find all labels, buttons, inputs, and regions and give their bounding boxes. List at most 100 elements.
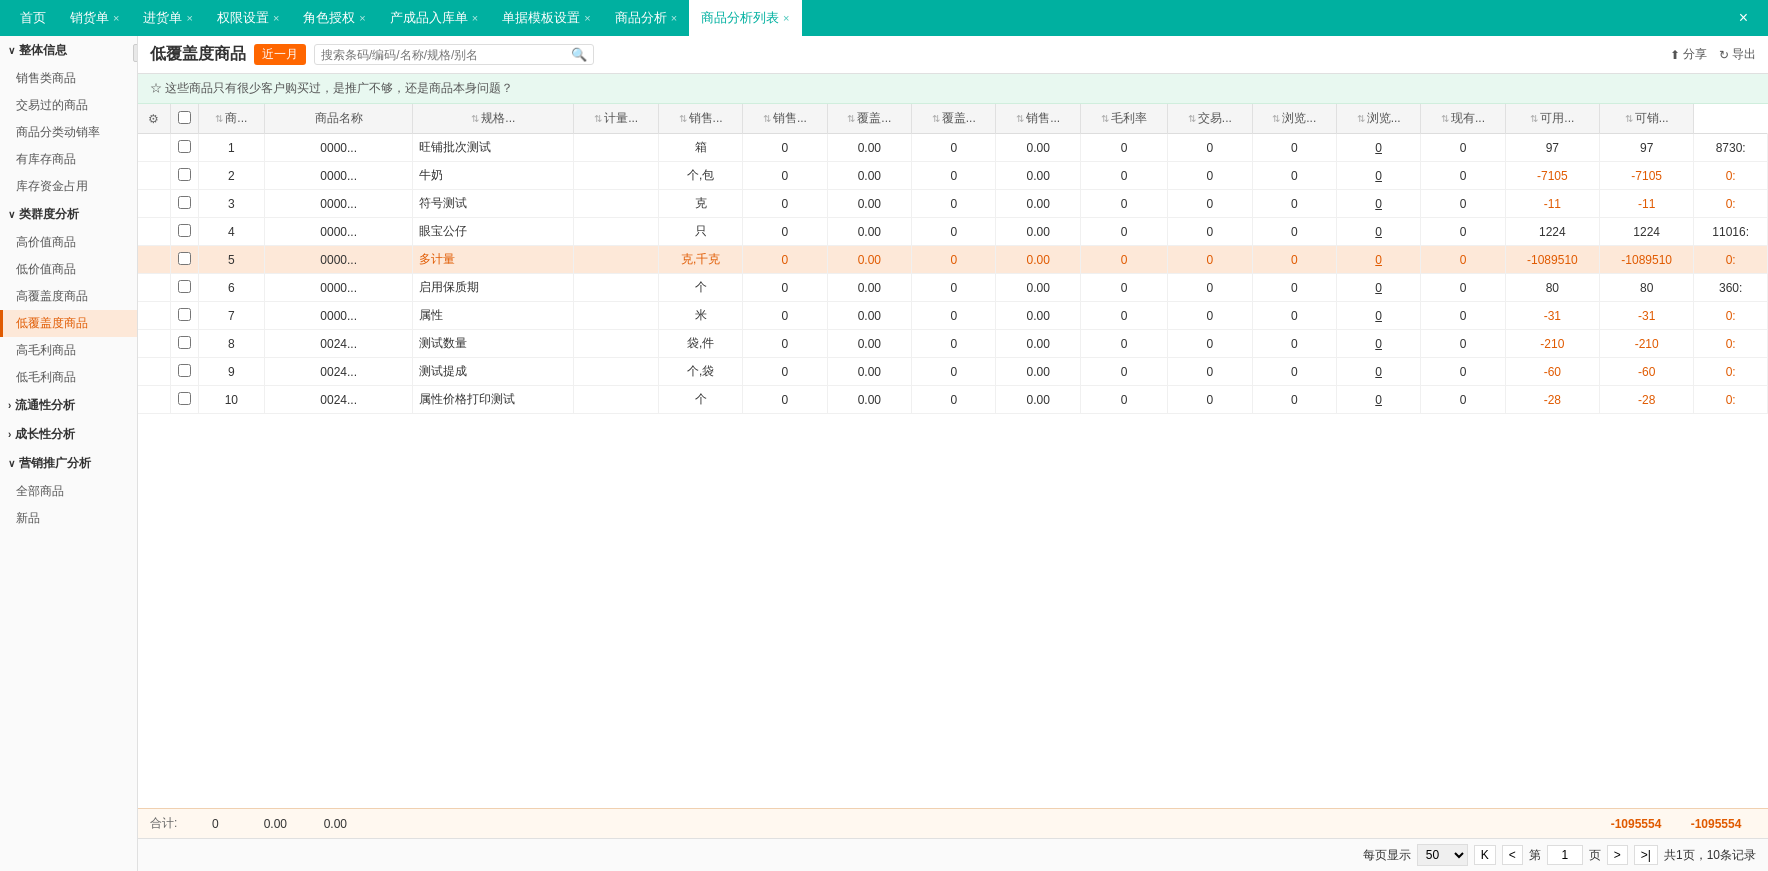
row-name[interactable]: 眼宝公仔 <box>413 218 574 246</box>
trade-col-header[interactable]: ⇅交易... <box>1168 104 1252 134</box>
sidebar-item-high-margin[interactable]: 高毛利商品 <box>0 337 137 364</box>
row-browse1[interactable]: 0 <box>1336 134 1420 162</box>
sidebar-item-category-turnover[interactable]: 商品分类动销率 <box>0 119 137 146</box>
unit-col-header[interactable]: ⇅计量... <box>574 104 658 134</box>
sidebar-item-sales-products[interactable]: 销售类商品 <box>0 65 137 92</box>
nav-item-roles[interactable]: 角色授权 × <box>291 0 377 36</box>
prev-page-button[interactable]: < <box>1502 845 1523 865</box>
row-browse1[interactable]: 0 <box>1336 274 1420 302</box>
saleable-col-header[interactable]: ⇅可销... <box>1600 104 1694 134</box>
checkbox-col-header[interactable] <box>170 104 198 134</box>
close-icon[interactable]: × <box>113 12 119 24</box>
sidebar-section-overview[interactable]: ∨ 整体信息 <box>0 36 137 65</box>
nav-item-purchase[interactable]: 进货单 × <box>131 0 204 36</box>
row-browse1[interactable]: 0 <box>1336 246 1420 274</box>
row-name[interactable]: 测试数量 <box>413 330 574 358</box>
close-icon[interactable]: × <box>584 12 590 24</box>
close-icon[interactable]: × <box>783 12 789 24</box>
sidebar-section-liquidity[interactable]: › 流通性分析 <box>0 391 137 420</box>
row-browse1[interactable]: 0 <box>1336 302 1420 330</box>
current-page-input[interactable] <box>1547 845 1583 865</box>
row-select-checkbox[interactable] <box>178 140 191 153</box>
row-name[interactable]: 属性价格打印测试 <box>413 386 574 414</box>
row-checkbox[interactable] <box>170 218 198 246</box>
row-checkbox[interactable] <box>170 358 198 386</box>
browse2-col-header[interactable]: ⇅浏览... <box>1336 104 1420 134</box>
sidebar-item-low-margin[interactable]: 低毛利商品 <box>0 364 137 391</box>
page-size-select[interactable]: 50 100 200 <box>1417 844 1468 866</box>
row-browse1[interactable]: 0 <box>1336 162 1420 190</box>
nav-item-product-analysis[interactable]: 商品分析 × <box>603 0 689 36</box>
close-icon[interactable]: × <box>359 12 365 24</box>
sales-qty-col-header[interactable]: ⇅销售... <box>658 104 742 134</box>
row-browse1[interactable]: 0 <box>1336 330 1420 358</box>
sidebar-item-new-products[interactable]: 新品 <box>0 505 137 532</box>
spec-col-header[interactable]: ⇅规格... <box>413 104 574 134</box>
browse1-col-header[interactable]: ⇅浏览... <box>1252 104 1336 134</box>
current-col-header[interactable]: ⇅现有... <box>1421 104 1505 134</box>
available-col-header[interactable]: ⇅可用... <box>1505 104 1599 134</box>
period-button[interactable]: 近一月 <box>254 44 306 65</box>
sidebar-item-all-products[interactable]: 全部商品 <box>0 478 137 505</box>
sidebar-item-in-stock[interactable]: 有库存商品 <box>0 146 137 173</box>
name-col-header[interactable]: 商品名称 <box>265 104 413 134</box>
close-icon[interactable]: × <box>186 12 192 24</box>
row-select-checkbox[interactable] <box>178 224 191 237</box>
row-browse1[interactable]: 0 <box>1336 218 1420 246</box>
nav-item-product-analysis-list[interactable]: 商品分析列表 × <box>689 0 801 36</box>
row-name[interactable]: 牛奶 <box>413 162 574 190</box>
sidebar-section-cluster[interactable]: ∨ 类群度分析 <box>0 200 137 229</box>
gross-col-header[interactable]: ⇅毛利率 <box>1080 104 1167 134</box>
row-browse1[interactable]: 0 <box>1336 386 1420 414</box>
row-name[interactable]: 符号测试 <box>413 190 574 218</box>
row-checkbox[interactable] <box>170 190 198 218</box>
sidebar-item-low-value[interactable]: 低价值商品 <box>0 256 137 283</box>
nav-item-sales[interactable]: 销货单 × <box>58 0 131 36</box>
row-browse1[interactable]: 0 <box>1336 358 1420 386</box>
settings-col-header[interactable]: ⚙ <box>138 104 170 134</box>
nav-item-home[interactable]: 首页 <box>8 0 58 36</box>
next-page-button[interactable]: > <box>1607 845 1628 865</box>
row-checkbox[interactable] <box>170 134 198 162</box>
sidebar-item-high-value[interactable]: 高价值商品 <box>0 229 137 256</box>
coverage2-col-header[interactable]: ⇅覆盖... <box>912 104 996 134</box>
coverage1-col-header[interactable]: ⇅覆盖... <box>827 104 911 134</box>
sidebar-item-inventory-capital[interactable]: 库存资金占用 <box>0 173 137 200</box>
close-icon[interactable]: × <box>472 12 478 24</box>
sidebar-section-marketing[interactable]: ∨ 营销推广分析 <box>0 449 137 478</box>
row-select-checkbox[interactable] <box>178 168 191 181</box>
row-checkbox[interactable] <box>170 246 198 274</box>
code-col-header[interactable]: ⇅商... <box>198 104 265 134</box>
row-checkbox[interactable] <box>170 386 198 414</box>
row-name[interactable]: 测试提成 <box>413 358 574 386</box>
last-page-button[interactable]: >| <box>1634 845 1658 865</box>
row-name[interactable]: 属性 <box>413 302 574 330</box>
sales3-col-header[interactable]: ⇅销售... <box>996 104 1080 134</box>
row-checkbox[interactable] <box>170 302 198 330</box>
row-select-checkbox[interactable] <box>178 364 191 377</box>
row-name[interactable]: 多计量 <box>413 246 574 274</box>
sidebar-item-traded-products[interactable]: 交易过的商品 <box>0 92 137 119</box>
close-icon[interactable]: × <box>671 12 677 24</box>
sidebar-section-growth[interactable]: › 成长性分析 <box>0 420 137 449</box>
row-checkbox[interactable] <box>170 330 198 358</box>
row-name[interactable]: 启用保质期 <box>413 274 574 302</box>
select-all-checkbox[interactable] <box>178 111 191 124</box>
export-button[interactable]: ↻ 导出 <box>1719 46 1756 63</box>
close-icon[interactable]: × <box>273 12 279 24</box>
search-input[interactable] <box>321 48 571 62</box>
row-select-checkbox[interactable] <box>178 196 191 209</box>
row-name[interactable]: 旺铺批次测试 <box>413 134 574 162</box>
row-checkbox[interactable] <box>170 162 198 190</box>
row-select-checkbox[interactable] <box>178 392 191 405</box>
row-select-checkbox[interactable] <box>178 280 191 293</box>
nav-item-permissions[interactable]: 权限设置 × <box>205 0 291 36</box>
sales-amt-col-header[interactable]: ⇅销售... <box>743 104 827 134</box>
row-browse1[interactable]: 0 <box>1336 190 1420 218</box>
nav-item-inbound[interactable]: 产成品入库单 × <box>378 0 490 36</box>
sidebar-item-high-coverage[interactable]: 高覆盖度商品 <box>0 283 137 310</box>
row-select-checkbox[interactable] <box>178 308 191 321</box>
row-select-checkbox[interactable] <box>178 252 191 265</box>
share-button[interactable]: ⬆ 分享 <box>1670 46 1707 63</box>
row-checkbox[interactable] <box>170 274 198 302</box>
